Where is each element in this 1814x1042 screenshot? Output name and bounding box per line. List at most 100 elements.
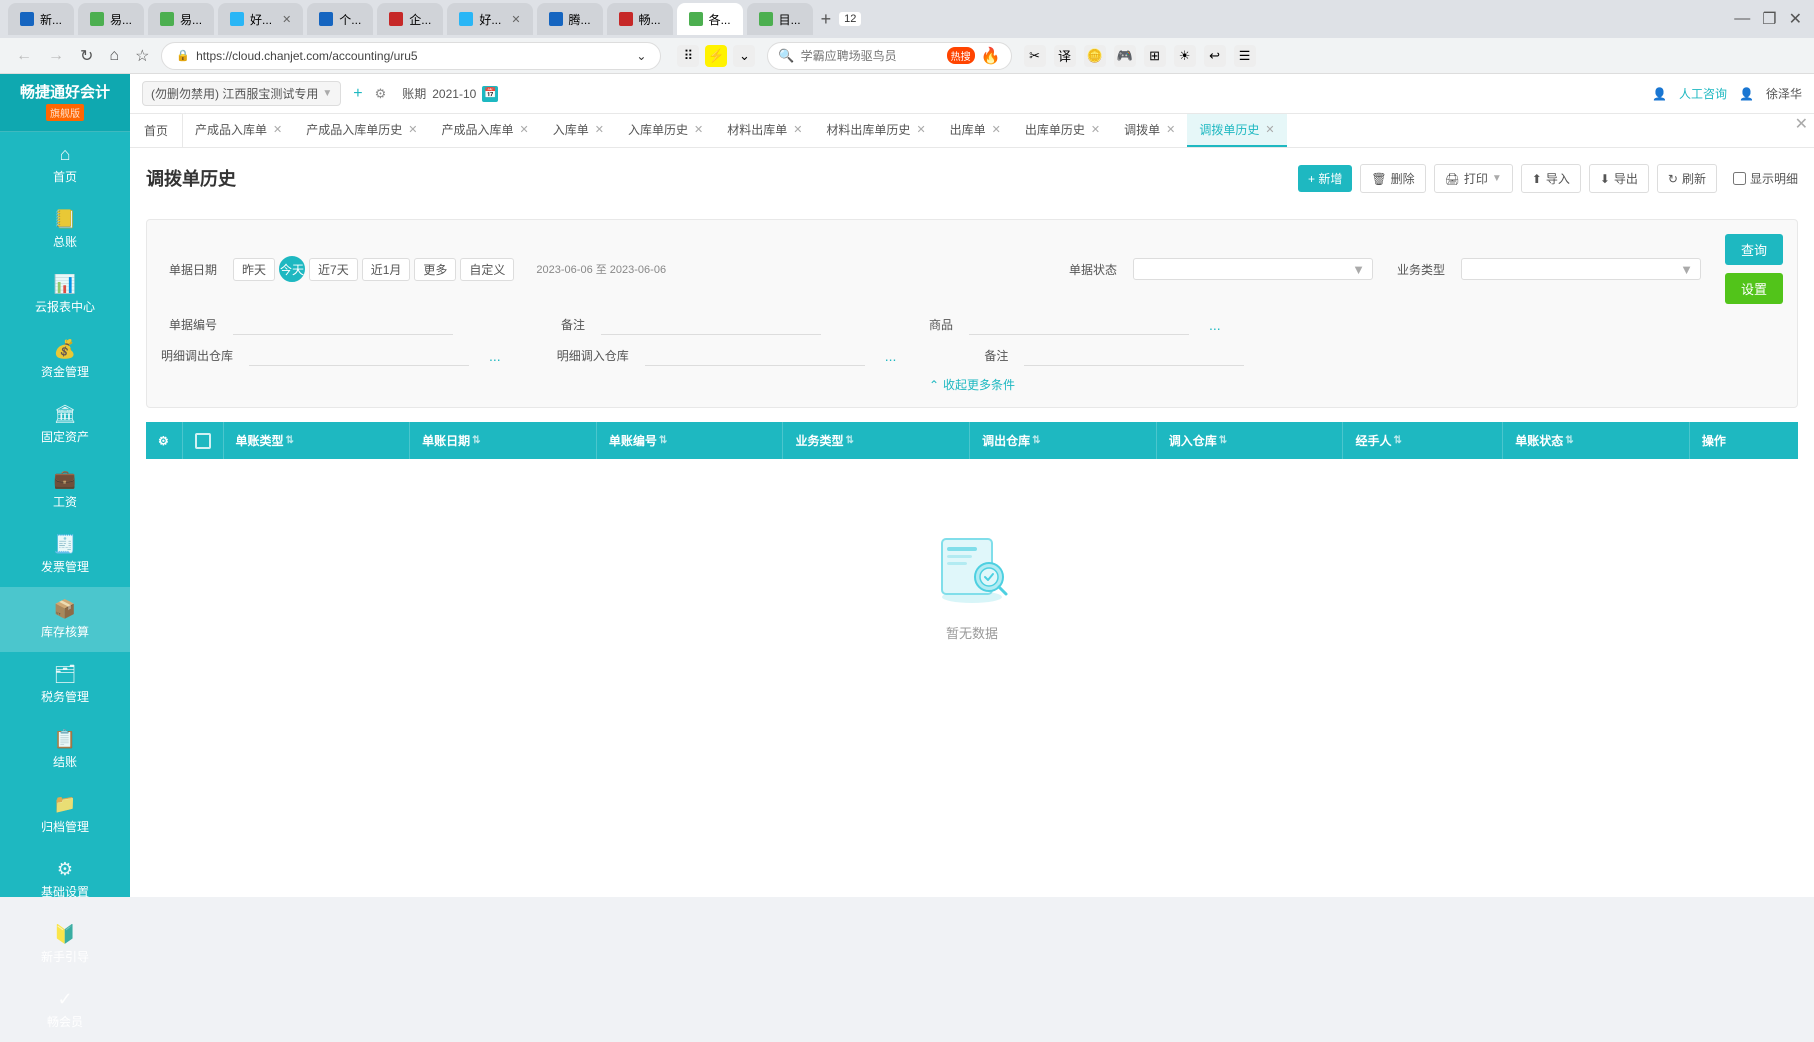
sidebar-item-fund[interactable]: 💰 资金管理: [0, 327, 130, 392]
add-company-button[interactable]: +: [349, 85, 366, 103]
table-col-out-wh[interactable]: 调出仓库 ⇅: [970, 422, 1157, 459]
translate-icon[interactable]: 译: [1054, 45, 1076, 67]
address-input[interactable]: 🔒 https://cloud.chanjet.com/accounting/u…: [161, 42, 661, 70]
window-minimize-button[interactable]: —: [1730, 8, 1754, 30]
sidebar-item-tax[interactable]: 🗂 税务管理: [0, 652, 130, 717]
app-tab-in-order-close[interactable]: ✕: [595, 123, 604, 136]
import-button[interactable]: ⬆ 导入: [1521, 164, 1581, 193]
biztype-select[interactable]: [1461, 258, 1701, 280]
new-button[interactable]: + 新增: [1298, 165, 1352, 192]
app-tab-material-out-history[interactable]: 材料出库单历史 ✕: [814, 114, 937, 147]
browser-tab-11[interactable]: 目...: [747, 3, 813, 35]
app-tab-in-history-close[interactable]: ✕: [694, 123, 703, 136]
game-icon[interactable]: 🎮: [1114, 45, 1136, 67]
note-input[interactable]: [601, 314, 821, 335]
delete-button[interactable]: 🗑 删除: [1360, 164, 1425, 193]
app-tab-product-in2[interactable]: 产成品入库单 ✕: [429, 114, 540, 147]
table-col-no[interactable]: 单账编号 ⇅: [596, 422, 783, 459]
app-tab-product-in-history-close[interactable]: ✕: [408, 123, 417, 136]
table-col-checkbox[interactable]: [182, 422, 223, 459]
menu-icon[interactable]: ☰: [1234, 45, 1256, 67]
new-browser-tab-button[interactable]: +: [817, 9, 836, 30]
home-button[interactable]: ⌂: [105, 45, 123, 67]
coin-icon[interactable]: 🪙: [1084, 45, 1106, 67]
avatar-icon[interactable]: 👤: [1739, 87, 1754, 101]
sidebar-item-wages[interactable]: 💼 工资: [0, 457, 130, 522]
sidebar-item-basic-settings[interactable]: ⚙ 基础设置: [0, 847, 130, 912]
app-tab-in-history[interactable]: 入库单历史 ✕: [616, 114, 715, 147]
sidebar-item-ledger[interactable]: 📒 总账: [0, 197, 130, 262]
table-col-type[interactable]: 单账类型 ⇅: [223, 422, 410, 459]
detail-in-input[interactable]: [645, 345, 865, 366]
table-col-in-wh[interactable]: 调入仓库 ⇅: [1156, 422, 1343, 459]
display-toggle-checkbox[interactable]: [1733, 172, 1746, 185]
sidebar-item-home[interactable]: ⌂ 首页: [0, 132, 130, 197]
sidebar-item-fixed-asset[interactable]: 🏛 固定资产: [0, 392, 130, 457]
app-tab-out-order[interactable]: 出库单 ✕: [938, 114, 1013, 147]
refresh-button[interactable]: ↻ 刷新: [1657, 164, 1717, 193]
note2-input[interactable]: [1024, 345, 1244, 366]
table-col-biztype[interactable]: 业务类型 ⇅: [783, 422, 970, 459]
app-tab-material-out[interactable]: 材料出库单 ✕: [715, 114, 814, 147]
date-7days-btn[interactable]: 近7天: [309, 258, 358, 281]
undo-icon[interactable]: ↩: [1204, 45, 1226, 67]
detail-in-more-button[interactable]: ...: [885, 348, 897, 364]
app-tab-transfer-close[interactable]: ✕: [1166, 123, 1175, 136]
sidebar-item-settle[interactable]: 📋 结账: [0, 717, 130, 782]
table-col-status[interactable]: 单账状态 ⇅: [1503, 422, 1690, 459]
forward-button[interactable]: →: [44, 45, 68, 67]
app-tab-transfer-history[interactable]: 调拨单历史 ✕: [1187, 114, 1286, 147]
app-tab-in-order[interactable]: 入库单 ✕: [541, 114, 616, 147]
browser-tab-1[interactable]: 新...: [8, 3, 74, 35]
settings-gear-icon[interactable]: ⚙: [375, 86, 387, 102]
tab-bar-close-button[interactable]: ✕: [1789, 114, 1814, 147]
browser-tab-close-7[interactable]: ✕: [511, 13, 520, 26]
browser-tab-8[interactable]: 腾...: [537, 3, 603, 35]
sidebar-item-report[interactable]: 📊 云报表中心: [0, 262, 130, 327]
table-col-date[interactable]: 单账日期 ⇅: [410, 422, 597, 459]
ext-icon-1[interactable]: ⠿: [677, 45, 699, 67]
app-tab-transfer[interactable]: 调拨单 ✕: [1112, 114, 1187, 147]
browser-tab-5[interactable]: 个...: [307, 3, 373, 35]
app-tab-material-out-close[interactable]: ✕: [793, 123, 802, 136]
sidebar-item-vip[interactable]: ✓ 畅会员: [0, 977, 130, 1042]
browser-tab-4[interactable]: 好... ✕: [218, 3, 303, 35]
detail-out-input[interactable]: [249, 345, 469, 366]
status-select[interactable]: [1133, 258, 1373, 280]
browser-tab-close-4[interactable]: ✕: [282, 13, 291, 26]
filter-settings-button[interactable]: 设置: [1725, 273, 1783, 304]
reload-button[interactable]: ↻: [76, 44, 97, 68]
browser-tab-3[interactable]: 易...: [148, 3, 214, 35]
select-all-checkbox[interactable]: [195, 433, 211, 449]
app-tab-transfer-history-close[interactable]: ✕: [1265, 123, 1274, 136]
sidebar-item-invoice[interactable]: 🧾 发票管理: [0, 522, 130, 587]
back-button[interactable]: ←: [12, 45, 36, 67]
app-tab-material-out-history-close[interactable]: ✕: [916, 123, 925, 136]
grid-icon[interactable]: ⊞: [1144, 45, 1166, 67]
browser-tab-2[interactable]: 易...: [78, 3, 144, 35]
calendar-icon[interactable]: 📅: [482, 86, 498, 102]
bill-no-input[interactable]: [233, 314, 453, 335]
app-tab-product-in-history[interactable]: 产成品入库单历史 ✕: [294, 114, 429, 147]
sidebar-item-archive[interactable]: 📁 归档管理: [0, 782, 130, 847]
window-restore-button[interactable]: ❐: [1758, 7, 1780, 31]
table-col-settings[interactable]: ⚙: [146, 422, 182, 459]
date-more-btn[interactable]: 更多: [414, 258, 456, 281]
table-col-handler[interactable]: 经手人 ⇅: [1343, 422, 1503, 459]
app-tab-out-history[interactable]: 出库单历史 ✕: [1013, 114, 1112, 147]
browser-tab-6[interactable]: 企...: [377, 3, 443, 35]
browser-tab-10[interactable]: 各...: [677, 3, 743, 35]
browser-tab-7[interactable]: 好... ✕: [447, 3, 532, 35]
detail-out-more-button[interactable]: ...: [489, 348, 501, 364]
scissors-icon[interactable]: ✂: [1024, 45, 1046, 67]
ext-icon-lightning[interactable]: ⚡: [705, 45, 727, 67]
app-tab-product-in-close[interactable]: ✕: [273, 123, 282, 136]
app-tab-out-order-close[interactable]: ✕: [992, 123, 1001, 136]
goods-input[interactable]: [969, 314, 1189, 335]
bookmark-button[interactable]: ☆: [131, 44, 153, 68]
app-tab-product-in[interactable]: 产成品入库单 ✕: [183, 114, 294, 147]
date-1month-btn[interactable]: 近1月: [362, 258, 411, 281]
company-selector[interactable]: (勿删勿禁用) 江西服宝测试专用 ▼: [142, 81, 341, 106]
export-button[interactable]: ⬇ 导出: [1589, 164, 1649, 193]
goods-more-button[interactable]: ...: [1209, 317, 1221, 333]
